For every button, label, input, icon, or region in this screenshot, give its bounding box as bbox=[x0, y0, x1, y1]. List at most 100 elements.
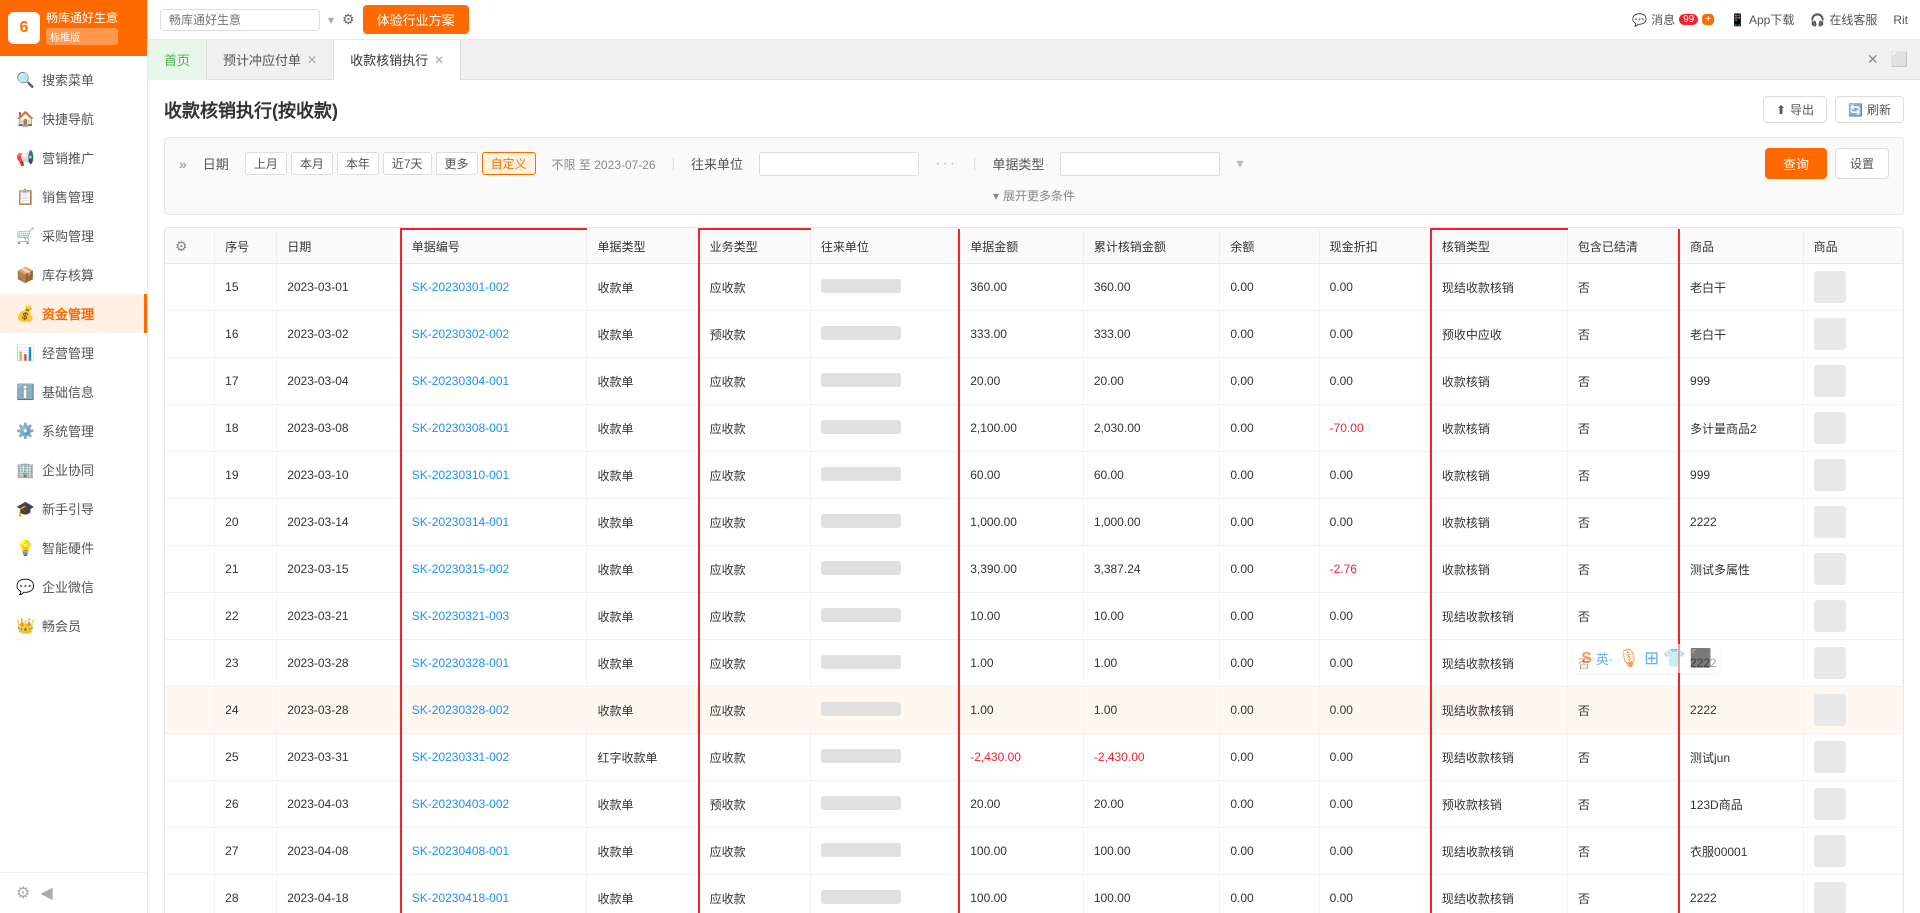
sidebar-item-marketing[interactable]: 📢营销推广 bbox=[0, 138, 147, 177]
sidebar-item-quick-nav[interactable]: 🏠快捷导航 bbox=[0, 99, 147, 138]
export-button[interactable]: ⬆ 导出 bbox=[1763, 96, 1827, 123]
topbar-dropdown-arrow[interactable]: ▾ bbox=[328, 13, 334, 27]
member-icon: 👑 bbox=[16, 617, 34, 635]
col-cash-discount-header: 现金折扣 bbox=[1319, 229, 1431, 264]
col-writeoff-amount-header: 累计核销金额 bbox=[1083, 229, 1220, 264]
voucher-link[interactable]: SK-20230301-002 bbox=[412, 280, 509, 294]
export-icon: ⬆ bbox=[1776, 103, 1786, 117]
sidebar-item-label-purchase: 采购管理 bbox=[42, 226, 94, 245]
goods-thumbnail bbox=[1814, 506, 1846, 538]
table-row: 252023-03-31SK-20230331-002红字收款单应收款-2,43… bbox=[165, 734, 1903, 781]
tab-payable[interactable]: 预计冲应付单 ✕ bbox=[207, 40, 334, 80]
app-download-btn[interactable]: 📱 App下载 bbox=[1730, 11, 1794, 28]
refresh-icon: 🔄 bbox=[1848, 103, 1863, 117]
voucher-link[interactable]: SK-20230304-001 bbox=[412, 374, 509, 388]
collapse-footer-icon[interactable]: ◀ bbox=[40, 883, 52, 903]
tabbar: 首页预计冲应付单✕收款核销执行✕✕⬜ bbox=[148, 40, 1920, 80]
tab-close-receipt-writeoff[interactable]: ✕ bbox=[434, 53, 444, 67]
date-filter-btn-近7天[interactable]: 近7天 bbox=[383, 152, 432, 175]
sidebar-item-basic[interactable]: ℹ️基础信息 bbox=[0, 372, 147, 411]
sidebar-item-purchase[interactable]: 🛒采购管理 bbox=[0, 216, 147, 255]
table-row: 212023-03-15SK-20230315-002收款单应收款3,390.0… bbox=[165, 546, 1903, 593]
goods-thumbnail bbox=[1814, 271, 1846, 303]
filter-settings-button[interactable]: 设置 bbox=[1835, 148, 1889, 179]
counterpart-input[interactable] bbox=[759, 152, 919, 176]
sidebar-item-label-finance: 资金管理 bbox=[42, 304, 94, 323]
voucher-link[interactable]: SK-20230328-001 bbox=[412, 656, 509, 670]
sidebar: 6 畅库通好生意 标推版 🔍搜索菜单🏠快捷导航📢营销推广📋销售管理🛒采购管理📦库… bbox=[0, 0, 148, 913]
user-name[interactable]: Rit bbox=[1893, 13, 1908, 27]
message-label: 消息 bbox=[1651, 11, 1675, 28]
voucher-link[interactable]: SK-20230302-002 bbox=[412, 327, 509, 341]
sidebar-item-wechat[interactable]: 💬企业微信 bbox=[0, 567, 147, 606]
message-icon: 💬 bbox=[1632, 13, 1647, 27]
settings-footer-icon[interactable]: ⚙ bbox=[16, 883, 30, 903]
tabbar-close-btn[interactable]: ✕ bbox=[1863, 47, 1883, 72]
sidebar-nav: 🔍搜索菜单🏠快捷导航📢营销推广📋销售管理🛒采购管理 📦 库存核算 💰资金管理📊经营管理… bbox=[0, 56, 147, 872]
date-filter-btn-本年[interactable]: 本年 bbox=[337, 152, 379, 175]
logo-text: 畅库通好生意 bbox=[46, 11, 118, 27]
system-icon: ⚙️ bbox=[16, 422, 34, 440]
date-filter-btn-上月[interactable]: 上月 bbox=[245, 152, 287, 175]
message-badge-plus: + bbox=[1702, 14, 1714, 25]
counterpart-label: 往来单位 bbox=[691, 154, 743, 173]
filter-expand-row: ▾ 展开更多条件 bbox=[179, 187, 1889, 204]
voucher-link[interactable]: SK-20230331-002 bbox=[412, 750, 509, 764]
voucher-link[interactable]: SK-20230328-002 bbox=[412, 703, 509, 717]
expand-more-button[interactable]: ▾ 展开更多条件 bbox=[993, 187, 1075, 204]
voucher-link[interactable]: SK-20230315-002 bbox=[412, 562, 509, 576]
sidebar-item-guide[interactable]: 🎓新手引导 bbox=[0, 489, 147, 528]
sidebar-item-enterprise[interactable]: 🏢企业协同 bbox=[0, 450, 147, 489]
goods-thumbnail bbox=[1814, 412, 1846, 444]
sidebar-item-label-inventory: 库存核算 bbox=[42, 265, 94, 284]
watermark-mic-icon: 🎙 bbox=[1617, 648, 1640, 669]
sidebar-item-label-wechat: 企业微信 bbox=[42, 577, 94, 596]
voucher-link[interactable]: SK-20230408-001 bbox=[412, 844, 509, 858]
refresh-button[interactable]: 🔄 刷新 bbox=[1835, 96, 1904, 123]
tab-home[interactable]: 首页 bbox=[148, 40, 207, 80]
sidebar-item-inventory[interactable]: 📦 库存核算 bbox=[0, 255, 147, 294]
col-settings-header[interactable]: ⚙ bbox=[165, 229, 215, 264]
voucher-link[interactable]: SK-20230321-003 bbox=[412, 609, 509, 623]
sidebar-item-member[interactable]: 👑畅会员 bbox=[0, 606, 147, 645]
sidebar-item-finance[interactable]: 💰资金管理 bbox=[0, 294, 147, 333]
sidebar-item-search[interactable]: 🔍搜索菜单 bbox=[0, 60, 147, 99]
date-filter-custom-btn[interactable]: 自定义 bbox=[482, 152, 536, 175]
query-button[interactable]: 查询 bbox=[1765, 148, 1827, 179]
voucher-type-arrow: ▾ bbox=[1236, 155, 1243, 172]
voucher-type-label: 单据类型 bbox=[992, 154, 1044, 173]
sidebar-item-label-basic: 基础信息 bbox=[42, 382, 94, 401]
tab-receipt-writeoff[interactable]: 收款核销执行✕ bbox=[334, 40, 461, 80]
industry-solution-button[interactable]: 体验行业方案 bbox=[363, 5, 469, 34]
voucher-link[interactable]: SK-20230310-001 bbox=[412, 468, 509, 482]
sidebar-item-hardware[interactable]: 💡智能硬件 bbox=[0, 528, 147, 567]
sidebar-item-operations[interactable]: 📊经营管理 bbox=[0, 333, 147, 372]
col-goods-header: 商品 bbox=[1679, 229, 1803, 264]
date-filter-btn-本月[interactable]: 本月 bbox=[291, 152, 333, 175]
sidebar-item-system[interactable]: ⚙️系统管理 bbox=[0, 411, 147, 450]
tab-label-home: 首页 bbox=[164, 50, 190, 69]
voucher-link[interactable]: SK-20230308-001 bbox=[412, 421, 509, 435]
filter-expand-button[interactable]: » bbox=[179, 156, 187, 172]
inventory-icon: 📦 bbox=[16, 266, 34, 284]
online-service-btn[interactable]: 🎧 在线客服 bbox=[1810, 11, 1877, 28]
message-btn[interactable]: 💬 消息 99 + bbox=[1632, 11, 1714, 28]
voucher-link[interactable]: SK-20230403-002 bbox=[412, 797, 509, 811]
tabbar-expand-btn[interactable]: ⬜ bbox=[1887, 47, 1912, 72]
col-amount-header: 单据金额 bbox=[959, 229, 1083, 264]
voucher-link[interactable]: SK-20230314-001 bbox=[412, 515, 509, 529]
voucher-link[interactable]: SK-20230418-001 bbox=[412, 891, 509, 905]
watermark-overlay: S 英· 🎙 ⊞ 👕 ⬛ bbox=[1573, 644, 1720, 673]
sidebar-item-sales[interactable]: 📋销售管理 bbox=[0, 177, 147, 216]
tab-close-payable[interactable]: ✕ bbox=[307, 53, 317, 67]
topbar-search-input[interactable] bbox=[160, 9, 320, 31]
tabbar-actions: ✕⬜ bbox=[1863, 47, 1920, 72]
watermark-grid-icon: ⊞ bbox=[1644, 648, 1659, 669]
topbar-gear-icon[interactable]: ⚙ bbox=[342, 11, 355, 28]
date-filter-btn-更多[interactable]: 更多 bbox=[436, 152, 478, 175]
col-counterpart-header: 往来单位 bbox=[810, 229, 959, 264]
col-settings-icon[interactable]: ⚙ bbox=[175, 238, 188, 254]
operations-icon: 📊 bbox=[16, 344, 34, 362]
tab-label-payable: 预计冲应付单 bbox=[223, 50, 301, 69]
voucher-type-select[interactable] bbox=[1060, 152, 1220, 176]
